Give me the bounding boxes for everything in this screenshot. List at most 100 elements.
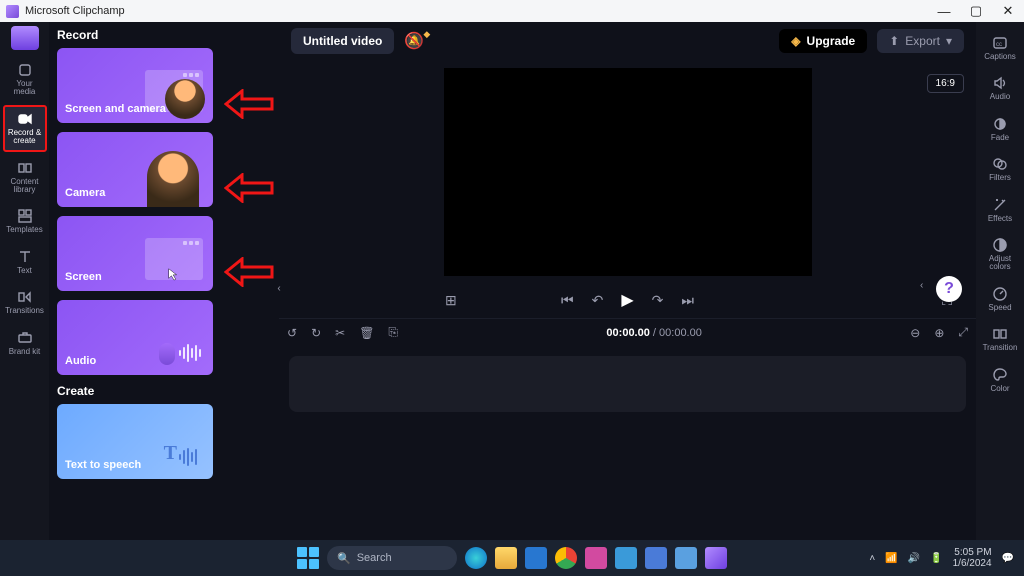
sidebar-transitions-label: Transitions [5,307,44,315]
timeline-area[interactable] [279,346,976,540]
clock[interactable]: 5:05 PM 1/6/2024 [953,547,992,569]
card-camera-label: Camera [65,187,105,199]
annotation-arrow-icon [224,257,274,287]
taskbar-app-icon[interactable] [675,547,697,569]
svg-text:cc: cc [996,42,1002,48]
card-audio[interactable]: Audio [57,300,213,375]
card-text-to-speech[interactable]: T Text to speech [57,404,213,479]
taskbar-clipchamp-icon[interactable] [705,547,727,569]
zoom-in-button[interactable]: ⊕ [934,326,944,340]
sidebar-content-library[interactable]: Content library [3,154,47,201]
step-forward-button[interactable]: ↷ [652,292,664,309]
export-button[interactable]: ⬆Export▾ [877,29,964,53]
minimize-button[interactable]: — [928,4,960,19]
sidebar-record-create[interactable]: Record & create [3,105,47,152]
taskbar-explorer-icon[interactable] [495,547,517,569]
card-screen-and-camera[interactable]: Screen and camera [57,48,213,123]
delete-button[interactable]: 🗑 [359,326,374,340]
right-adjust-colors[interactable]: Adjust colors [978,232,1022,277]
taskbar-app-icon[interactable] [615,547,637,569]
camera-icon [17,111,33,127]
right-fade[interactable]: Fade [978,111,1022,147]
collapse-panel-chevron[interactable]: ‹ [271,280,287,296]
adjust-icon [992,237,1008,253]
redo-button[interactable]: ↻ [311,326,321,340]
right-captions[interactable]: ccCaptions [978,30,1022,66]
right-filters[interactable]: Filters [978,151,1022,187]
captions-icon: cc [992,35,1008,51]
video-title-input[interactable]: Untitled video [291,28,394,54]
fit-zoom-button[interactable]: ⤢ [958,325,968,340]
right-effects[interactable]: Effects [978,192,1022,228]
right-color[interactable]: Color [978,362,1022,398]
speaker-icon [992,75,1008,91]
skip-back-button[interactable]: ⏮ [561,292,574,309]
speed-icon [992,286,1008,302]
playback-controls: ⊞ ⏮ ↶ ▶ ↷ ⏭ ⛶ [279,282,976,318]
split-button[interactable]: ⎘ [388,325,398,340]
face-avatar-icon [147,151,199,207]
step-back-button[interactable]: ↶ [592,292,604,309]
help-button[interactable]: ? [936,276,962,302]
notifications-muted-icon[interactable]: 🔕◆ [404,31,424,51]
right-filters-label: Filters [989,174,1011,182]
tray-chevron-icon[interactable]: ˄ [869,553,875,564]
grid-toggle-icon[interactable]: ⊞ [445,292,457,309]
sidebar-your-media[interactable]: Your media [3,56,47,103]
video-preview[interactable] [444,68,812,276]
text-glyph-icon: T [164,442,177,465]
timeline-track[interactable] [289,356,966,412]
right-effects-label: Effects [988,215,1012,223]
upload-icon: ⬆ [889,34,899,48]
skip-forward-button[interactable]: ⏭ [681,292,694,309]
undo-button[interactable]: ↺ [287,326,297,340]
timeline-toolbar: ↺ ↻ ✂ 🗑 ⎘ 00:00.00 / 00:00.00 ⊖ ⊕ ⤢ [279,318,976,346]
color-icon [992,367,1008,383]
clipchamp-logo-icon [6,5,19,18]
notifications-icon[interactable]: 💬 [1002,553,1014,564]
face-avatar-icon [165,79,205,119]
record-section-label: Record [57,28,211,42]
taskbar-store-icon[interactable] [525,547,547,569]
taskbar-app-icon[interactable] [585,547,607,569]
window-title: Microsoft Clipchamp [25,5,125,17]
timecode-current: 00:00.00 [606,327,649,339]
text-icon [17,249,33,265]
zoom-out-button[interactable]: ⊖ [910,326,920,340]
card-camera[interactable]: Camera [57,132,213,207]
start-button[interactable] [297,547,319,569]
sidebar-text-label: Text [17,267,32,275]
sidebar-templates[interactable]: Templates [3,202,47,240]
sidebar-brand-kit[interactable]: Brand kit [3,324,47,362]
right-color-label: Color [990,385,1009,393]
taskbar-app-icon[interactable] [645,547,667,569]
right-speed[interactable]: Speed [978,281,1022,317]
taskbar-search[interactable]: 🔍Search [327,546,457,570]
taskbar-edge-icon[interactable] [465,547,487,569]
sidebar-templates-label: Templates [6,226,42,234]
cut-button[interactable]: ✂ [335,326,345,340]
right-transition[interactable]: Transition [978,321,1022,357]
right-speed-label: Speed [988,304,1011,312]
upgrade-button[interactable]: ◈Upgrade [779,29,867,53]
card-screen[interactable]: Screen [57,216,213,291]
maximize-button[interactable]: ▢ [960,3,992,19]
play-button[interactable]: ▶ [621,290,633,310]
aspect-ratio-button[interactable]: 16:9 [927,74,964,93]
right-audio[interactable]: Audio [978,70,1022,106]
volume-icon[interactable]: 🔊 [908,553,920,564]
timecode: 00:00.00 / 00:00.00 [412,327,896,339]
close-button[interactable]: ✕ [992,3,1024,19]
right-fade-label: Fade [991,134,1009,142]
main-area: Untitled video 🔕◆ ◈Upgrade ⬆Export▾ 16:9… [279,22,976,540]
right-adjust-colors-label: Adjust colors [978,255,1022,272]
sidebar-text[interactable]: Text [3,243,47,281]
taskbar-chrome-icon[interactable] [555,547,577,569]
sidebar-transitions[interactable]: Transitions [3,283,47,321]
wifi-icon[interactable]: 📶 [885,553,897,564]
expand-right-chevron[interactable]: ‹ [920,280,930,291]
window-title-bar: Microsoft Clipchamp — ▢ ✕ [0,0,1024,22]
battery-icon[interactable]: 🔋 [930,553,942,564]
upgrade-label: Upgrade [807,34,856,48]
fade-icon [992,116,1008,132]
